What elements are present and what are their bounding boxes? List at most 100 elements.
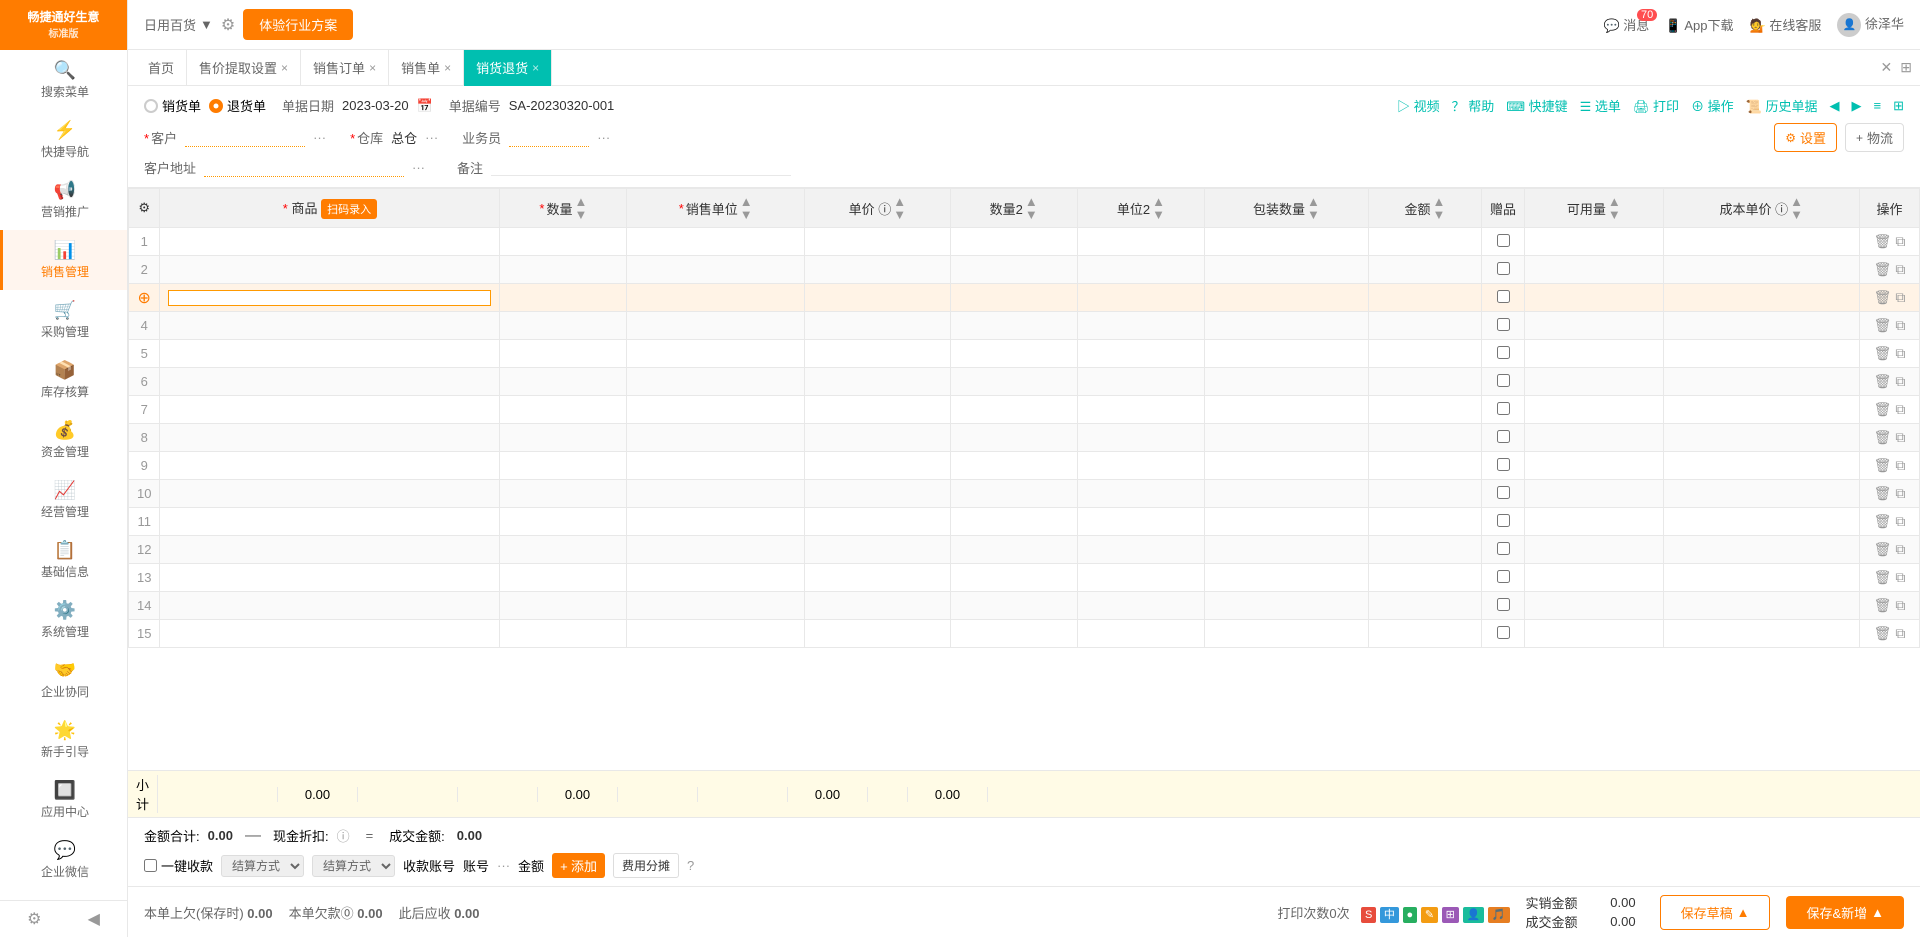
pkg-cell-7[interactable]	[1205, 396, 1369, 424]
delete-icon-12[interactable]: 🗑	[1874, 541, 1892, 558]
unit2-cell-7[interactable]	[1077, 396, 1204, 424]
setup-btn[interactable]: ⚙ 设置	[1774, 123, 1837, 152]
price-cell-4[interactable]	[805, 312, 951, 340]
amount-cell-5[interactable]	[1368, 340, 1481, 368]
pkg-cell-13[interactable]	[1205, 564, 1369, 592]
delete-icon-4[interactable]: 🗑	[1874, 317, 1892, 334]
gift-check-13[interactable]	[1497, 570, 1510, 583]
product-cell-1[interactable]	[160, 228, 500, 256]
history-btn[interactable]: 📜 历史单据	[1746, 96, 1818, 115]
operation-btn[interactable]: ⊕ 操作	[1691, 96, 1734, 115]
qty-cell-4[interactable]	[500, 312, 627, 340]
copy-icon-9[interactable]: ⧉	[1895, 457, 1905, 474]
gift-check-4[interactable]	[1497, 318, 1510, 331]
fendai-help-icon[interactable]: ?	[687, 858, 694, 873]
product-cell-10[interactable]	[160, 480, 500, 508]
qty2-cell-8[interactable]	[950, 424, 1077, 452]
qty-cell-13[interactable]	[500, 564, 627, 592]
unit2-cell-5[interactable]	[1077, 340, 1204, 368]
unit2-cell-12[interactable]	[1077, 536, 1204, 564]
qty2-cell-6[interactable]	[950, 368, 1077, 396]
qty2-cell-3[interactable]	[950, 284, 1077, 312]
add-row-btn[interactable]: ⊕	[138, 290, 151, 307]
gift-check-8[interactable]	[1497, 430, 1510, 443]
pkg-cell-1[interactable]	[1205, 228, 1369, 256]
price-cell-10[interactable]	[805, 480, 951, 508]
gift-check-15[interactable]	[1497, 626, 1510, 639]
unit-cell-3[interactable]	[627, 284, 805, 312]
gift-cell-9[interactable]	[1482, 452, 1525, 480]
product-cell-15[interactable]	[160, 620, 500, 648]
sidebar-item-basic[interactable]: 📋 基础信息	[0, 530, 127, 590]
unit2-cell-10[interactable]	[1077, 480, 1204, 508]
qty-cell-14[interactable]	[500, 592, 627, 620]
summary-method-select[interactable]: 结算方式	[312, 855, 395, 877]
message-btn[interactable]: 💬 消息 70	[1603, 15, 1649, 34]
cost-cell-1[interactable]	[1663, 228, 1859, 256]
price-cell-2[interactable]	[805, 256, 951, 284]
copy-icon-8[interactable]: ⧉	[1895, 429, 1905, 446]
gift-cell-7[interactable]	[1482, 396, 1525, 424]
settings-icon[interactable]: ⚙	[27, 909, 41, 929]
copy-icon-3[interactable]: ⧉	[1895, 289, 1905, 306]
topbar-gear-icon[interactable]: ⚙	[221, 15, 235, 35]
print-btn[interactable]: 🖨 打印	[1633, 96, 1679, 115]
calendar-icon[interactable]: 📅	[417, 98, 433, 114]
cost-cell-15[interactable]	[1663, 620, 1859, 648]
gift-cell-13[interactable]	[1482, 564, 1525, 592]
unit2-cell-3[interactable]	[1077, 284, 1204, 312]
tab-sales-return[interactable]: 销货退货 ×	[464, 50, 552, 86]
sidebar-item-cooperation[interactable]: 🤝 企业协同	[0, 650, 127, 710]
app-download-btn[interactable]: 📱 App下载	[1665, 15, 1733, 34]
amount-cell-4[interactable]	[1368, 312, 1481, 340]
qty-cell-9[interactable]	[500, 452, 627, 480]
sidebar-item-inventory[interactable]: 📦 库存核算	[0, 350, 127, 410]
unit-cell-11[interactable]	[627, 508, 805, 536]
qty2-cell-15[interactable]	[950, 620, 1077, 648]
gift-cell-10[interactable]	[1482, 480, 1525, 508]
amount-cell-8[interactable]	[1368, 424, 1481, 452]
unit2-cell-15[interactable]	[1077, 620, 1204, 648]
pkg-cell-5[interactable]	[1205, 340, 1369, 368]
product-cell-3[interactable]	[160, 284, 500, 312]
unit-cell-10[interactable]	[627, 480, 805, 508]
gift-cell-8[interactable]	[1482, 424, 1525, 452]
one-click-pay-checkbox[interactable]	[144, 859, 157, 872]
cost-cell-13[interactable]	[1663, 564, 1859, 592]
account-more-icon[interactable]: ···	[497, 858, 510, 873]
delete-icon-13[interactable]: 🗑	[1874, 569, 1892, 586]
gift-cell-12[interactable]	[1482, 536, 1525, 564]
discount-help-icon[interactable]: ⓘ	[337, 826, 350, 845]
unit2-cell-4[interactable]	[1077, 312, 1204, 340]
save-draft-btn[interactable]: 保存草稿 ▲	[1660, 895, 1771, 930]
sidebar-item-wechat[interactable]: 💬 企业微信	[0, 830, 127, 890]
delete-icon-14[interactable]: 🗑	[1874, 597, 1892, 614]
cost-cell-6[interactable]	[1663, 368, 1859, 396]
qty2-cell-10[interactable]	[950, 480, 1077, 508]
unit-cell-5[interactable]	[627, 340, 805, 368]
delete-icon-11[interactable]: 🗑	[1874, 513, 1892, 530]
pkg-cell-6[interactable]	[1205, 368, 1369, 396]
qty2-cell-7[interactable]	[950, 396, 1077, 424]
cost-cell-8[interactable]	[1663, 424, 1859, 452]
amount-cell-2[interactable]	[1368, 256, 1481, 284]
address-input[interactable]	[204, 159, 404, 177]
qty2-cell-11[interactable]	[950, 508, 1077, 536]
cost-cell-12[interactable]	[1663, 536, 1859, 564]
sidebar-item-system[interactable]: ⚙️ 系统管理	[0, 590, 127, 650]
copy-icon-14[interactable]: ⧉	[1895, 597, 1905, 614]
select-doc-btn[interactable]: ☰ 选单	[1580, 96, 1621, 115]
copy-icon-1[interactable]: ⧉	[1895, 233, 1905, 250]
gift-cell-14[interactable]	[1482, 592, 1525, 620]
product-cell-14[interactable]	[160, 592, 500, 620]
avail-cell-4[interactable]	[1525, 312, 1664, 340]
product-cell-11[interactable]	[160, 508, 500, 536]
scan-btn[interactable]: 扫码录入	[321, 199, 377, 219]
product-cell-7[interactable]	[160, 396, 500, 424]
address-more-icon[interactable]: ···	[412, 160, 425, 175]
qty-cell-2[interactable]	[500, 256, 627, 284]
copy-icon-5[interactable]: ⧉	[1895, 345, 1905, 362]
s-icon6[interactable]: 👤	[1463, 907, 1485, 923]
qty-cell-10[interactable]	[500, 480, 627, 508]
tab-sales-return-close[interactable]: ×	[532, 61, 539, 75]
